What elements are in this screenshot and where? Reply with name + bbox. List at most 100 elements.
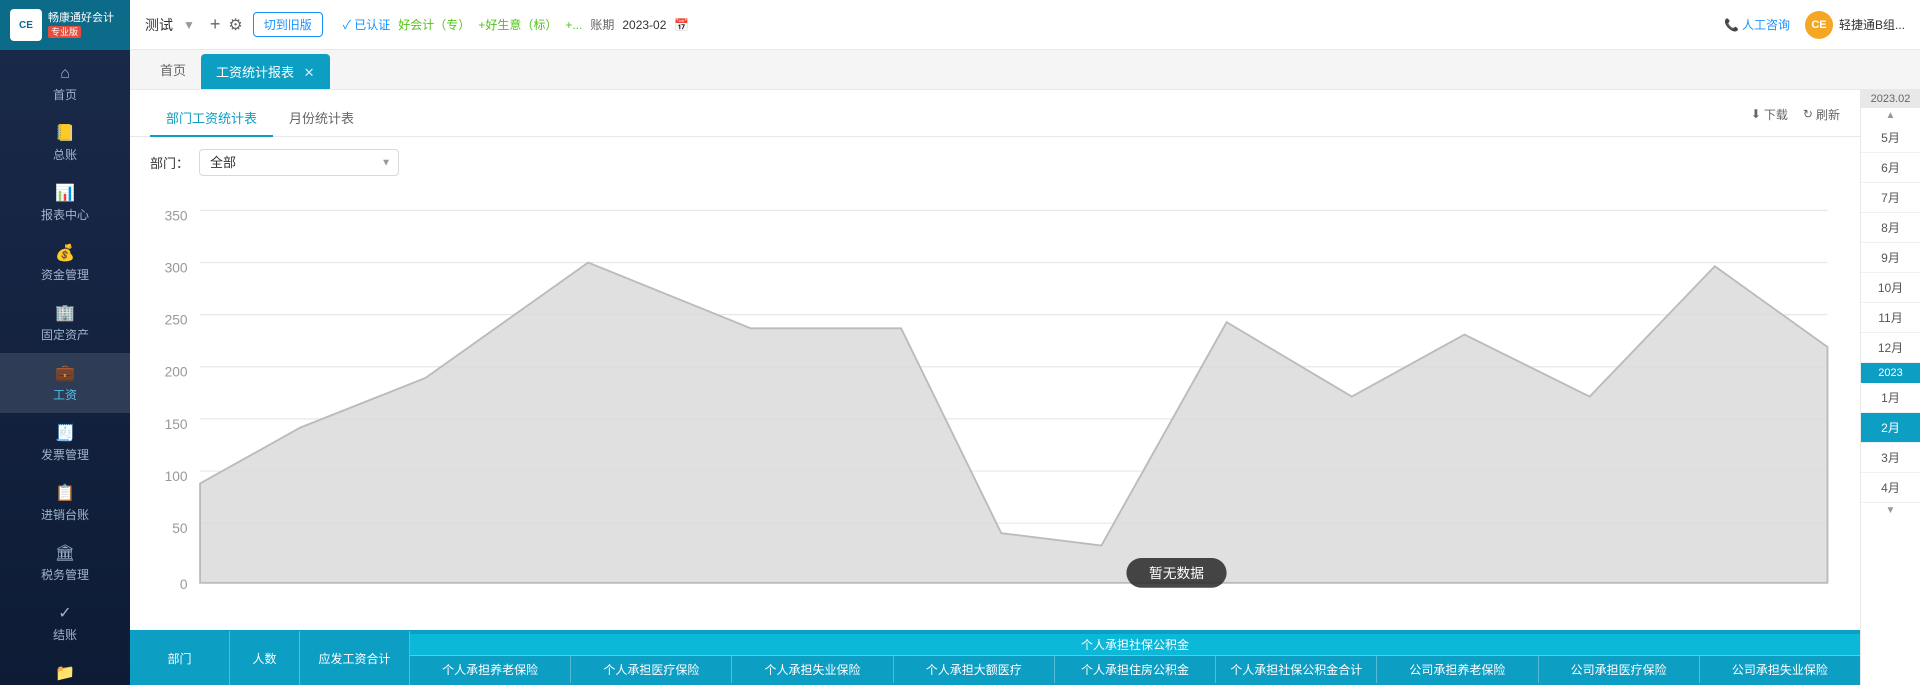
settings-icon[interactable]: ⚙: [228, 15, 242, 35]
date-month-2-active[interactable]: 2月: [1861, 413, 1920, 443]
tab-home[interactable]: 首页: [145, 52, 201, 89]
add-icon[interactable]: +: [210, 14, 221, 35]
sidebar-item-funds[interactable]: 💰资金管理: [0, 233, 130, 293]
sidebar-item-salary[interactable]: 💼工资: [0, 353, 130, 413]
filter-label: 部门：: [150, 153, 189, 172]
sub-tabs: 部门工资统计表 月份统计表: [150, 100, 370, 136]
date-month-9[interactable]: 9月: [1861, 243, 1920, 273]
business-status: +好生意（标）: [478, 16, 557, 33]
topbar-arrow-icon: ▼: [183, 18, 195, 32]
tax-icon: 🏛: [55, 543, 75, 563]
sidebar-label-sales: 进销台账: [41, 506, 89, 523]
col-company-pension: 公司承担养老保险: [1377, 656, 1538, 683]
help-button[interactable]: 📞 人工咨询: [1724, 16, 1790, 33]
content-area: 部门工资统计表 月份统计表 ⬇ 下载 ↻ 刷新: [130, 90, 1920, 685]
sidebar-item-tax[interactable]: 🏛 税务管理: [0, 533, 130, 593]
sidebar: CE 畅康通好会计 专业版 ⌂ 首页 📒 总账 📊报表中心💰资金管理 🏢 固定资产 💼工资 🧾 发…: [0, 0, 130, 685]
date-down-btn[interactable]: ▼: [1861, 503, 1920, 518]
date-month-3[interactable]: 3月: [1861, 443, 1920, 473]
date-up-btn[interactable]: ▲: [1861, 108, 1920, 123]
dept-select[interactable]: 全部 财务部 销售部 技术部 行政部: [199, 149, 399, 176]
date-month-10[interactable]: 10月: [1861, 273, 1920, 303]
topbar: 测试 ▼ + ⚙ 切到旧版 ✓ 已认证 好会计（专） +好生意（标） +... …: [130, 0, 1920, 50]
svg-text:250: 250: [165, 313, 188, 328]
date-month-11[interactable]: 11月: [1861, 303, 1920, 333]
download-btn[interactable]: ⬇ 下载: [1751, 106, 1788, 123]
sidebar-label-invoice: 发票管理: [41, 446, 89, 463]
sub-tab-monthly[interactable]: 月份统计表: [273, 100, 370, 137]
table-footer: 部门 人数 应发工资合计 个人承担社保公积金 个人承担养老保险 个人承担医疗保险…: [130, 630, 1860, 685]
svg-text:300: 300: [165, 261, 188, 276]
filter-row: 部门： 全部 财务部 销售部 技术部 行政部 ▼: [130, 137, 1860, 188]
date-year-header: 2023.02: [1861, 90, 1920, 108]
sidebar-label-home: 首页: [53, 86, 77, 103]
sidebar-item-invoice[interactable]: 🧾 发票管理: [0, 413, 130, 473]
topbar-status: ✓ 已认证 好会计（专） +好生意（标） +... 账期 2023-02 📅: [343, 16, 690, 33]
user-area: CE 轻捷通B组...: [1805, 11, 1905, 39]
user-avatar: CE: [1805, 11, 1833, 39]
svg-text:200: 200: [165, 365, 188, 380]
content-panel: 部门工资统计表 月份统计表 ⬇ 下载 ↻ 刷新: [130, 90, 1860, 685]
col-personal-medical: 个人承担医疗保险: [571, 656, 732, 683]
date-sidebar: 2023.02 ▲ 5月 6月 7月 8月 9月 10月 11月 12月 202…: [1860, 90, 1920, 685]
sub-tab-dept[interactable]: 部门工资统计表: [150, 100, 273, 137]
date-month-7[interactable]: 7月: [1861, 183, 1920, 213]
chart-area: 350 300 250 200 150 100 50 0: [130, 188, 1860, 630]
col-company-unemployment: 公司承担失业保险: [1700, 656, 1860, 683]
home-icon: ⌂: [60, 65, 70, 83]
logo-icon: CE: [10, 9, 42, 41]
chart-tooltip-text: 暂无数据: [1149, 566, 1204, 581]
sidebar-label-assets: 固定资产: [41, 326, 89, 343]
svg-text:150: 150: [165, 417, 188, 432]
sidebar-item-reports[interactable]: 📊报表中心: [0, 173, 130, 233]
date-month-5[interactable]: 5月: [1861, 123, 1920, 153]
refresh-icon: ↻: [1803, 107, 1813, 121]
sidebar-item-archive[interactable]: 📁归档管理: [0, 653, 130, 685]
tabbar: 首页 工资统计报表 ✕: [130, 50, 1920, 90]
date-month-8[interactable]: 8月: [1861, 213, 1920, 243]
svg-text:0: 0: [180, 577, 188, 592]
sidebar-label-funds: 资金管理: [41, 266, 89, 283]
date-year-2023: 2023: [1861, 363, 1920, 383]
date-month-4[interactable]: 4月: [1861, 473, 1920, 503]
dept-select-wrapper: 全部 财务部 销售部 技术部 行政部 ▼: [199, 149, 399, 176]
sidebar-label-ledger: 总账: [53, 146, 77, 163]
tab-close-icon[interactable]: ✕: [304, 65, 315, 80]
download-icon: ⬇: [1751, 107, 1761, 121]
app-logo: CE 畅康通好会计 专业版: [0, 0, 130, 50]
sidebar-item-home[interactable]: ⌂ 首页: [0, 55, 130, 113]
sidebar-item-assets[interactable]: 🏢 固定资产: [0, 293, 130, 353]
svg-text:350: 350: [165, 208, 188, 223]
ledger-icon: 📒: [55, 123, 75, 143]
sidebar-item-sales[interactable]: 📋进销台账: [0, 473, 130, 533]
certified-status: ✓ 已认证: [343, 16, 391, 33]
col-personal-housing-fund: 个人承担住房公积金: [1055, 656, 1216, 683]
sidebar-label-settle: 结账: [53, 626, 77, 643]
settle-icon: ✓: [58, 603, 71, 623]
col-count: 人数: [230, 631, 300, 685]
col-dept: 部门: [130, 631, 230, 685]
tab-salary-stats[interactable]: 工资统计报表 ✕: [201, 54, 330, 89]
reports-icon: 📊: [55, 183, 75, 203]
good-accounting-status: 好会计（专）: [398, 16, 470, 33]
date-month-6[interactable]: 6月: [1861, 153, 1920, 183]
switch-old-btn[interactable]: 切到旧版: [253, 12, 323, 37]
sidebar-item-settle[interactable]: ✓ 结账: [0, 593, 130, 653]
chart-svg: 350 300 250 200 150 100 50 0: [150, 198, 1840, 620]
period-label: 账期: [590, 16, 614, 33]
invoice-icon: 🧾: [55, 423, 75, 443]
main-area: 测试 ▼ + ⚙ 切到旧版 ✓ 已认证 好会计（专） +好生意（标） +... …: [130, 0, 1920, 685]
date-month-12[interactable]: 12月: [1861, 333, 1920, 363]
date-month-1[interactable]: 1月: [1861, 383, 1920, 413]
user-name[interactable]: 轻捷通B组...: [1839, 16, 1905, 33]
group-header-label: 个人承担社保公积金: [410, 634, 1860, 656]
sidebar-label-salary: 工资: [53, 386, 77, 403]
sidebar-nav: ⌂ 首页 📒 总账 📊报表中心💰资金管理 🏢 固定资产 💼工资 🧾 发票管理 📋进销台账 🏛 税务管理 ✓…: [0, 50, 130, 685]
personal-insurance-group: 个人承担社保公积金 个人承担养老保险 个人承担医疗保险 个人承担失业保险 个人承…: [410, 634, 1860, 683]
col-company-medical: 公司承担医疗保险: [1539, 656, 1700, 683]
sidebar-item-ledger[interactable]: 📒 总账: [0, 113, 130, 173]
sidebar-label-tax: 税务管理: [41, 566, 89, 583]
calendar-icon[interactable]: 📅: [674, 18, 689, 32]
refresh-btn[interactable]: ↻ 刷新: [1803, 106, 1840, 123]
assets-icon: 🏢: [55, 303, 75, 323]
